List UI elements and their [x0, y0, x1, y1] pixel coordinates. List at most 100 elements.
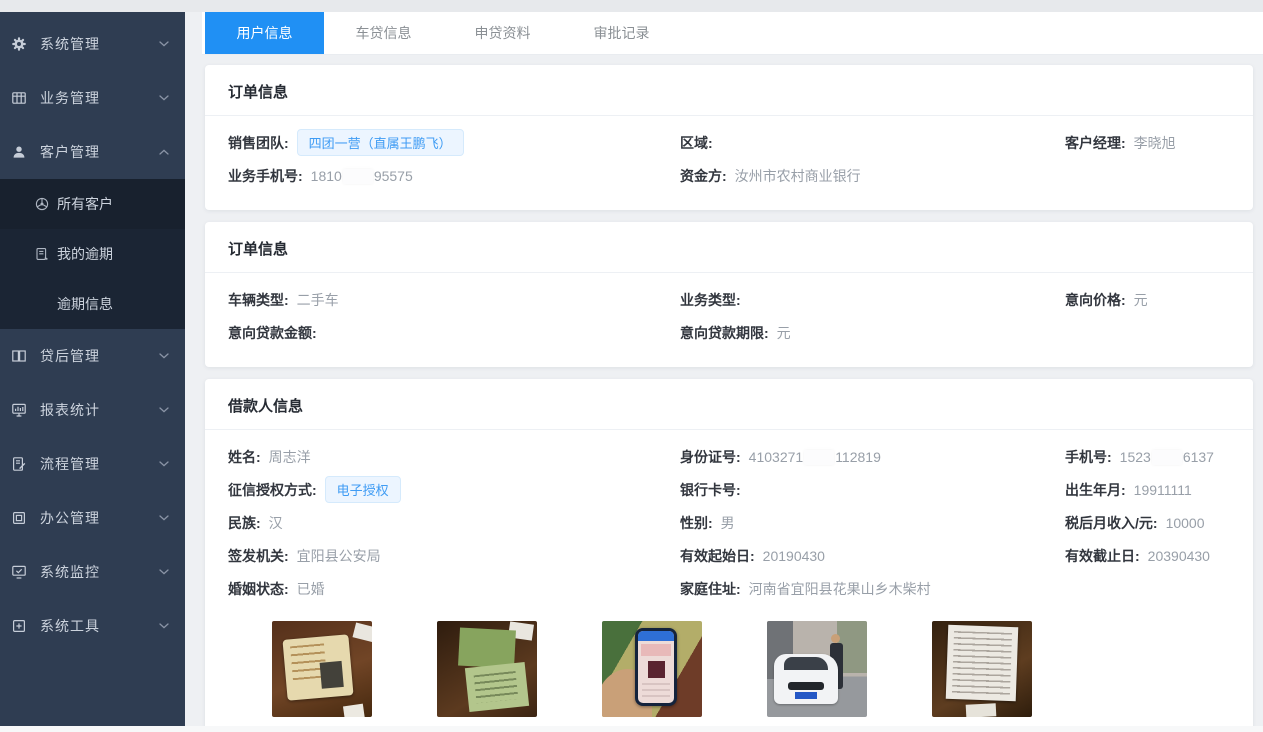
borrower-info-card: 借款人信息 姓名: 周志洋 身份证号: 4103271112819 手机号: 1…	[205, 379, 1253, 732]
sidebar-item-label: 系统工具	[40, 616, 159, 636]
redaction-patch	[1152, 450, 1182, 465]
field-value: 周志洋	[269, 447, 311, 467]
sidebar-item-report-statistics[interactable]: 报表统计	[0, 383, 185, 437]
field-value: 4103271112819	[749, 449, 881, 465]
sidebar-item-customer-management[interactable]: 客户管理	[0, 125, 185, 179]
horizontal-scrollbar[interactable]	[0, 726, 1263, 732]
paper-document-photo-thumbnail[interactable]	[932, 621, 1032, 717]
person-car-photo-thumbnail[interactable]	[767, 621, 867, 717]
sidebar-item-label: 报表统计	[40, 400, 159, 420]
field-value: 宜阳县公安局	[297, 546, 381, 566]
field-birth-date: 出生年月: 19911111	[1065, 480, 1230, 500]
chart-monitor-icon	[11, 402, 27, 418]
chevron-down-icon	[159, 569, 169, 575]
sidebar-item-my-overdue[interactable]: 我的逾期	[0, 229, 185, 279]
page-top-strip	[0, 0, 1263, 12]
value-part: 95575	[374, 168, 413, 184]
field-label: 税后月收入/元:	[1065, 513, 1158, 533]
field-id-number: 身份证号: 4103271112819	[680, 447, 1065, 467]
sidebar-item-post-loan-management[interactable]: 贷后管理	[0, 329, 185, 383]
value-part: 1810	[311, 168, 342, 184]
sidebar-item-system-tools[interactable]: 系统工具	[0, 599, 185, 653]
field-label: 家庭住址:	[680, 579, 741, 599]
field-row: 民族: 汉 性别: 男 税后月收入/元: 10000	[228, 506, 1230, 539]
phone-qr-photo-thumbnail[interactable]	[602, 621, 702, 717]
photo-item: 人车合影	[767, 621, 867, 732]
sidebar-item-overdue-info[interactable]: 逾期信息	[0, 279, 185, 329]
field-label: 银行卡号:	[680, 480, 741, 500]
field-credit-auth-method: 征信授权方式: 电子授权	[228, 476, 680, 503]
field-intent-loan-amount: 意向贷款金额:	[228, 323, 680, 343]
chevron-down-icon	[159, 461, 169, 467]
field-label: 性别:	[680, 513, 713, 533]
id-card-photo-thumbnail[interactable]	[272, 621, 372, 717]
card-body: 姓名: 周志洋 身份证号: 4103271112819 手机号: 1523613…	[205, 430, 1253, 732]
sidebar-item-label: 系统监控	[40, 562, 159, 582]
field-value: 元	[1134, 290, 1148, 310]
sidebar-item-label: 办公管理	[40, 508, 159, 528]
field-label: 客户经理:	[1065, 133, 1126, 153]
wheel-icon	[34, 196, 50, 212]
field-valid-from: 有效起始日: 20190430	[680, 546, 1065, 566]
chevron-down-icon	[159, 515, 169, 521]
field-label: 业务类型:	[680, 290, 741, 310]
monitor-check-icon	[11, 564, 27, 580]
sidebar-item-system-monitoring[interactable]: 系统监控	[0, 545, 185, 599]
sales-team-tag[interactable]: 四团一营（直属王鹏飞）	[297, 129, 464, 156]
chevron-down-icon	[159, 41, 169, 47]
field-name: 姓名: 周志洋	[228, 447, 680, 467]
photo-item: 授权截图	[602, 621, 702, 732]
field-label: 签发机关:	[228, 546, 289, 566]
field-value: 1810 95575	[311, 168, 413, 184]
field-value: 李晓旭	[1134, 133, 1176, 153]
field-label: 征信授权方式:	[228, 480, 317, 500]
detail-tabbar: 用户信息 车贷信息 申贷资料 审批记录	[202, 12, 1263, 55]
field-intent-loan-term: 意向贷款期限: 元	[680, 323, 1065, 343]
field-value: 20390430	[1148, 548, 1210, 564]
tab-loan-application-docs[interactable]: 申贷资料	[443, 12, 562, 54]
field-vehicle-type: 车辆类型: 二手车	[228, 290, 680, 310]
sidebar-item-process-management[interactable]: 流程管理	[0, 437, 185, 491]
chevron-down-icon	[159, 95, 169, 101]
field-ethnicity: 民族: 汉	[228, 513, 680, 533]
green-booklet-photo-thumbnail[interactable]	[437, 621, 537, 717]
tab-approval-records[interactable]: 审批记录	[562, 12, 681, 54]
field-row: 姓名: 周志洋 身份证号: 4103271112819 手机号: 1523613…	[228, 440, 1230, 473]
sidebar: 系统管理 业务管理 客户管理 所有客户	[0, 12, 185, 726]
field-value: 二手车	[297, 290, 339, 310]
chevron-down-icon	[159, 353, 169, 359]
field-label: 意向贷款金额:	[228, 323, 317, 343]
field-sales-team: 销售团队: 四团一营（直属王鹏飞）	[228, 129, 680, 156]
tab-user-info[interactable]: 用户信息	[205, 12, 324, 54]
field-region: 区域:	[680, 133, 1065, 153]
sidebar-item-all-customers[interactable]: 所有客户	[0, 179, 185, 229]
document-pencil-icon	[11, 456, 27, 472]
chevron-down-icon	[159, 407, 169, 413]
redaction-patch	[804, 450, 834, 465]
value-part: 4103271	[749, 449, 804, 465]
photo-item: 驾驶证副页	[437, 621, 537, 732]
credit-auth-tag[interactable]: 电子授权	[325, 476, 401, 503]
field-value: 19911111	[1134, 482, 1192, 498]
field-row: 销售团队: 四团一营（直属王鹏飞） 区域: 客户经理: 李晓旭	[228, 126, 1230, 159]
field-label: 出生年月:	[1065, 480, 1126, 500]
tab-car-loan-info[interactable]: 车贷信息	[324, 12, 443, 54]
field-bank-card: 银行卡号:	[680, 480, 1065, 500]
redaction-patch	[343, 169, 373, 184]
main-content: 用户信息 车贷信息 申贷资料 审批记录 订单信息 销售团队: 四团一营（直属王鹏…	[185, 12, 1263, 732]
field-label: 有效截止日:	[1065, 546, 1140, 566]
sidebar-item-business-management[interactable]: 业务管理	[0, 71, 185, 125]
field-label: 意向贷款期限:	[680, 323, 769, 343]
field-value: 汉	[269, 513, 283, 533]
field-row: 车辆类型: 二手车 业务类型: 意向价格: 元	[228, 283, 1230, 316]
field-label: 区域:	[680, 133, 713, 153]
field-monthly-income: 税后月收入/元: 10000	[1065, 513, 1230, 533]
field-valid-to: 有效截止日: 20390430	[1065, 546, 1230, 566]
field-row: 征信授权方式: 电子授权 银行卡号: 出生年月: 19911111	[228, 473, 1230, 506]
grid-icon	[11, 90, 27, 106]
card-title: 订单信息	[205, 65, 1253, 116]
value-part: 6137	[1183, 449, 1214, 465]
sidebar-item-office-management[interactable]: 办公管理	[0, 491, 185, 545]
sidebar-item-system-management[interactable]: 系统管理	[0, 17, 185, 71]
sidebar-item-label: 所有客户	[57, 194, 113, 214]
